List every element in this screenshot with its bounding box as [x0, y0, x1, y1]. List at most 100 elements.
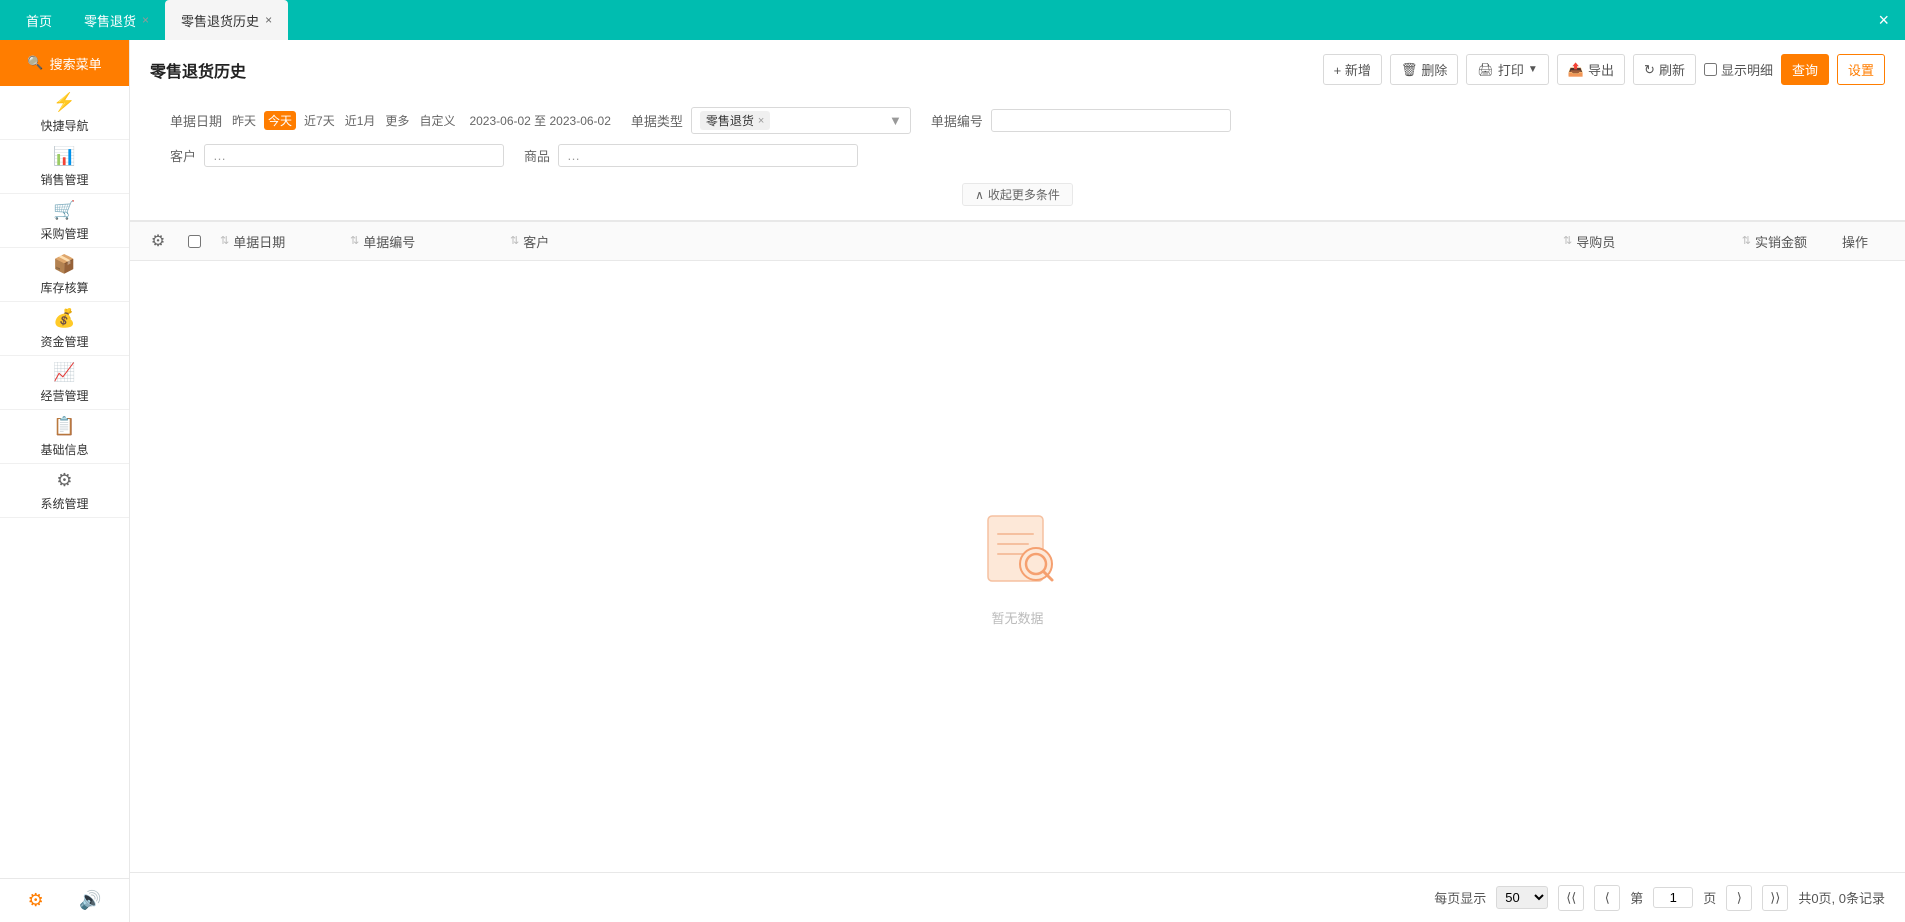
doc-number-input[interactable]	[991, 109, 1231, 132]
tab-retail-return-history-close[interactable]: ×	[265, 13, 272, 27]
print-button[interactable]: 🖨 打印 ▼	[1466, 54, 1548, 85]
sidebar-search-label: 搜索菜单	[50, 54, 102, 73]
main-layout: 🔍 搜索菜单 ⚡ 快捷导航 📊 销售管理 🛒 采购管理 📦 库存核算 💰	[0, 40, 1905, 922]
window-close-button[interactable]: ×	[1862, 10, 1905, 31]
empty-state: 暂无数据	[130, 261, 1905, 872]
col-customer-label: 客户	[523, 232, 549, 251]
print-icon: 🖨	[1477, 62, 1494, 78]
show-detail-label: 显示明细	[1721, 60, 1773, 79]
sidebar-item-purchase-mgmt[interactable]: 🛒 采购管理	[0, 194, 129, 248]
new-button[interactable]: + 新增	[1323, 54, 1382, 85]
col-header-guide[interactable]: ⇅ 导购员	[1555, 232, 1695, 251]
sales-mgmt-icon: 📊	[53, 146, 75, 167]
next-page-button[interactable]: ⟩	[1726, 885, 1752, 911]
col-header-amount[interactable]: ⇅ 实销金额	[1695, 232, 1815, 251]
table-select-all[interactable]	[176, 235, 212, 248]
total-records: 共0页, 0条记录	[1798, 888, 1885, 907]
sidebar-item-operations-label: 经营管理	[40, 387, 88, 404]
setting-button[interactable]: 设置	[1837, 54, 1885, 85]
goods-select[interactable]: …	[558, 144, 858, 167]
sidebar-search[interactable]: 🔍 搜索菜单	[0, 40, 129, 86]
tab-home[interactable]: 首页	[10, 0, 68, 40]
tab-retail-return-label: 零售退货	[84, 11, 136, 30]
tab-home-label: 首页	[26, 11, 52, 30]
col-header-customer[interactable]: ⇅ 客户	[502, 232, 1555, 251]
date-opt-custom[interactable]: 自定义	[417, 111, 457, 130]
sidebar-item-sales-mgmt[interactable]: 📊 销售管理	[0, 140, 129, 194]
delete-icon: 🗑	[1401, 62, 1418, 78]
sidebar-item-quick-nav[interactable]: ⚡ 快捷导航	[0, 86, 129, 140]
date-opt-more[interactable]: 更多	[383, 111, 411, 130]
goods-filter: 商品 …	[524, 144, 858, 167]
sort-date-icon: ⇅	[220, 236, 229, 247]
sidebar-item-system-mgmt[interactable]: ⚙ 系统管理	[0, 464, 129, 518]
first-page-button[interactable]: ⟨⟨	[1558, 885, 1584, 911]
sidebar-item-system-mgmt-label: 系统管理	[40, 495, 88, 512]
prev-page-button[interactable]: ⟨	[1594, 885, 1620, 911]
col-header-number[interactable]: ⇅ 单据编号	[342, 232, 502, 251]
sidebar-item-operations[interactable]: 📈 经营管理	[0, 356, 129, 410]
doc-type-tag: 零售退货 ×	[700, 111, 770, 130]
sort-guide-icon: ⇅	[1563, 236, 1572, 247]
doc-type-label: 单据类型	[631, 111, 683, 130]
table-area: ⚙ ⇅ 单据日期 ⇅ 单据编号 ⇅ 客户 ⇅ 导购员	[130, 221, 1905, 872]
col-header-date[interactable]: ⇅ 单据日期	[212, 232, 342, 251]
date-options: 昨天 今天 近7天 近1月 更多 自定义	[230, 111, 457, 130]
doc-type-select-arrow: ▼	[889, 113, 902, 128]
basic-info-icon: 📋	[53, 416, 75, 437]
filter-area: 单据日期 昨天 今天 近7天 近1月 更多 自定义 2023-06-02 至 2…	[150, 97, 1885, 220]
col-action-label: 操作	[1842, 232, 1868, 251]
doc-type-tag-value: 零售退货	[706, 112, 754, 129]
col-amount-label: 实销金额	[1755, 232, 1807, 251]
collapse-button[interactable]: ∧ 收起更多条件	[962, 183, 1073, 206]
sidebar-item-finance[interactable]: 💰 资金管理	[0, 302, 129, 356]
last-page-button[interactable]: ⟩⟩	[1762, 885, 1788, 911]
table-settings-icon[interactable]: ⚙	[140, 231, 176, 251]
date-range-display: 2023-06-02 至 2023-06-02	[469, 112, 610, 129]
tab-retail-return-history-label: 零售退货历史	[181, 11, 259, 30]
doc-type-select[interactable]: 零售退货 × ▼	[691, 107, 911, 134]
sidebar-item-inventory[interactable]: 📦 库存核算	[0, 248, 129, 302]
customer-dotdot: …	[213, 148, 226, 163]
system-mgmt-icon: ⚙	[56, 470, 72, 491]
tab-retail-return-close[interactable]: ×	[142, 13, 149, 27]
tab-retail-return-history[interactable]: 零售退货历史 ×	[165, 0, 288, 40]
refresh-button[interactable]: ↻ 刷新	[1633, 54, 1696, 85]
refresh-label: 刷新	[1659, 60, 1685, 79]
collapse-icon: ∧	[975, 188, 984, 202]
page-number-input[interactable]: 1	[1653, 887, 1693, 908]
date-opt-7days[interactable]: 近7天	[302, 111, 337, 130]
date-filter: 单据日期 昨天 今天 近7天 近1月 更多 自定义 2023-06-02 至 2…	[170, 111, 611, 130]
show-detail-checkbox-label[interactable]: 显示明细	[1704, 60, 1773, 79]
audio-bottom-icon[interactable]: 🔊	[79, 890, 101, 911]
sidebar: 🔍 搜索菜单 ⚡ 快捷导航 📊 销售管理 🛒 采购管理 📦 库存核算 💰	[0, 40, 130, 922]
per-page-label: 每页显示	[1434, 888, 1486, 907]
date-opt-today[interactable]: 今天	[264, 111, 296, 130]
sort-amount-icon: ⇅	[1742, 236, 1751, 247]
sidebar-item-basic-info-label: 基础信息	[40, 441, 88, 458]
inventory-icon: 📦	[53, 254, 75, 275]
settings-bottom-icon[interactable]: ⚙	[28, 890, 44, 911]
doc-type-tag-close[interactable]: ×	[758, 115, 764, 127]
sidebar-item-finance-label: 资金管理	[40, 333, 88, 350]
delete-button[interactable]: 🗑 删除	[1390, 54, 1459, 85]
customer-select[interactable]: …	[204, 144, 504, 167]
col-guide-label: 导购员	[1576, 232, 1615, 251]
search-icon: 🔍	[27, 55, 43, 71]
per-page-select[interactable]: 10 20 50 100	[1496, 886, 1548, 909]
print-label: 打印	[1498, 60, 1524, 79]
date-opt-1month[interactable]: 近1月	[343, 111, 378, 130]
sidebar-bottom: ⚙ 🔊	[0, 878, 129, 922]
show-detail-checkbox[interactable]	[1704, 63, 1717, 76]
main-content: 零售退货历史 + 新增 🗑 删除 🖨 打印 ▼ 📤 导出	[130, 40, 1905, 922]
date-opt-yesterday[interactable]: 昨天	[230, 111, 258, 130]
tab-retail-return[interactable]: 零售退货 ×	[68, 0, 165, 40]
purchase-mgmt-icon: 🛒	[53, 200, 75, 221]
sidebar-item-quick-nav-label: 快捷导航	[40, 117, 88, 134]
export-button[interactable]: 📤 导出	[1557, 54, 1625, 85]
sort-customer-icon: ⇅	[510, 236, 519, 247]
sidebar-item-basic-info[interactable]: 📋 基础信息	[0, 410, 129, 464]
select-all-checkbox[interactable]	[188, 235, 201, 248]
goods-label: 商品	[524, 146, 550, 165]
query-button[interactable]: 查询	[1781, 54, 1829, 85]
